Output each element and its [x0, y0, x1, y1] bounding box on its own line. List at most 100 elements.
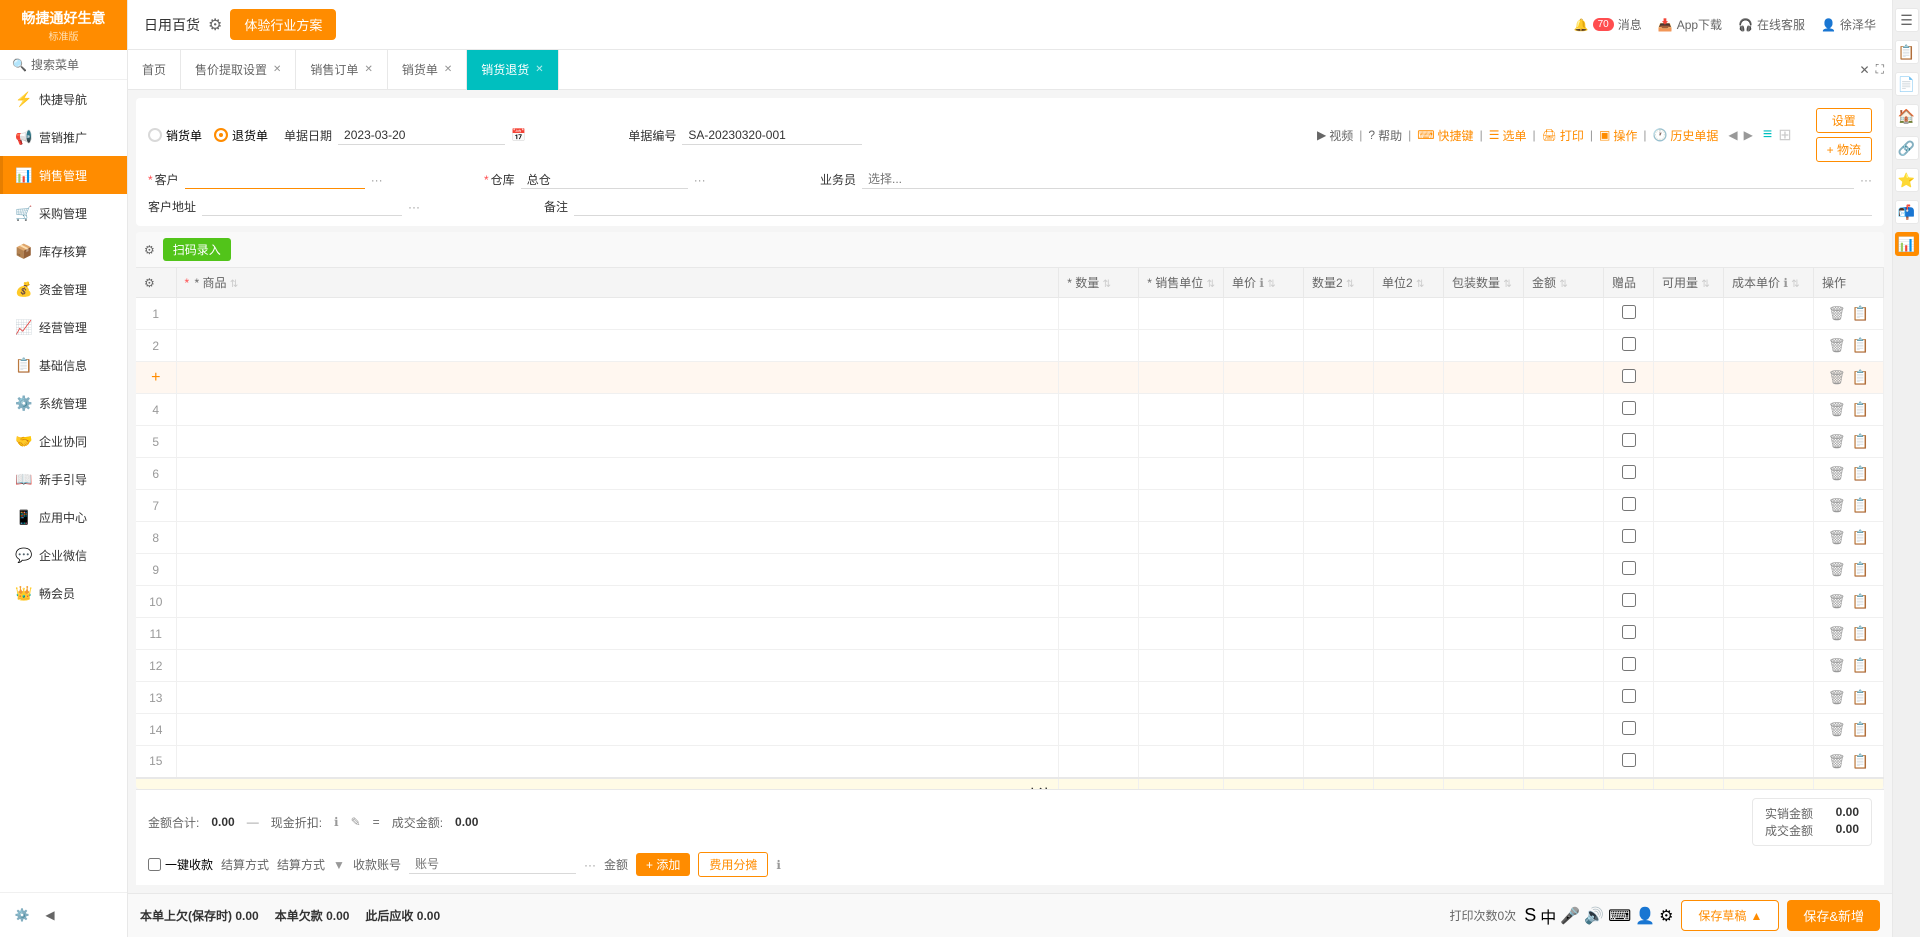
radio-return-bill[interactable]: 退货单	[214, 127, 268, 144]
dropdown-icon[interactable]: ▼	[333, 858, 345, 872]
pack-cell[interactable]	[1444, 298, 1524, 330]
sort-icon[interactable]: ⇅	[1503, 279, 1511, 290]
experience-btn[interactable]: 体验行业方案	[230, 9, 336, 40]
price-cell[interactable]	[1224, 426, 1304, 458]
tab-sales-return[interactable]: 销货退货 ✕	[467, 50, 558, 90]
unit2-cell[interactable]	[1374, 554, 1444, 586]
sidebar-item-guide[interactable]: 📖 新手引导	[0, 460, 127, 498]
delete-row-icon[interactable]: 🗑	[1828, 497, 1846, 514]
sidebar-item-sales[interactable]: 📊 销售管理	[0, 156, 127, 194]
unit2-cell[interactable]	[1374, 490, 1444, 522]
settings-bottom-icon[interactable]: ⚙️	[8, 901, 36, 929]
view-toggle-grid[interactable]: ⊞	[1778, 125, 1791, 145]
amount-cell[interactable]	[1524, 522, 1604, 554]
qty2-cell[interactable]	[1304, 458, 1374, 490]
discount-edit-icon[interactable]: ✎	[351, 815, 361, 829]
gift-checkbox[interactable]	[1622, 593, 1636, 607]
product-cell[interactable]	[176, 522, 1059, 554]
gift-checkbox[interactable]	[1622, 433, 1636, 447]
gift-checkbox[interactable]	[1622, 401, 1636, 415]
table-gear-icon[interactable]: ⚙	[144, 243, 155, 257]
product-cell[interactable]	[176, 426, 1059, 458]
amount-cell[interactable]	[1524, 714, 1604, 746]
zhongwen-icon[interactable]: 中	[1540, 904, 1556, 928]
history-btn[interactable]: 🕐 历史单据	[1652, 127, 1718, 144]
tab-close-icon[interactable]: ✕	[444, 64, 452, 75]
product-cell[interactable]	[176, 586, 1059, 618]
qty2-cell[interactable]	[1304, 650, 1374, 682]
amount-cell[interactable]	[1524, 554, 1604, 586]
gift-cell[interactable]	[1604, 746, 1654, 778]
address-input[interactable]	[202, 197, 402, 216]
pack-cell[interactable]	[1444, 426, 1524, 458]
avail-cell[interactable]	[1654, 298, 1724, 330]
price-cell[interactable]	[1224, 714, 1304, 746]
unit-cell[interactable]	[1139, 490, 1224, 522]
gift-checkbox[interactable]	[1622, 721, 1636, 735]
avail-cell[interactable]	[1654, 586, 1724, 618]
qty2-cell[interactable]	[1304, 618, 1374, 650]
sidebar-item-system[interactable]: ⚙️ 系统管理	[0, 384, 127, 422]
gift-cell[interactable]	[1604, 682, 1654, 714]
unit2-cell[interactable]	[1374, 394, 1444, 426]
cost-cell[interactable]	[1724, 394, 1814, 426]
product-cell[interactable]	[176, 362, 1059, 394]
microphone-icon[interactable]: 🎤	[1560, 906, 1580, 926]
gift-cell[interactable]	[1604, 362, 1654, 394]
avail-cell[interactable]	[1654, 682, 1724, 714]
gift-cell[interactable]	[1604, 618, 1654, 650]
cost-cell[interactable]	[1724, 618, 1814, 650]
product-input[interactable]	[185, 371, 1051, 385]
qty-cell[interactable]	[1059, 458, 1139, 490]
delete-row-icon[interactable]: 🗑	[1828, 337, 1846, 354]
sidebar-item-search[interactable]: 🔍 搜索菜单	[0, 50, 127, 80]
copy-row-icon[interactable]: 📋	[1852, 689, 1869, 706]
delete-row-icon[interactable]: 🗑	[1828, 753, 1846, 770]
unit-cell[interactable]	[1139, 298, 1224, 330]
select-btn[interactable]: ☰ 选单	[1489, 127, 1527, 144]
amount-cell[interactable]	[1524, 618, 1604, 650]
pack-cell[interactable]	[1444, 330, 1524, 362]
cost-info-icon[interactable]: ℹ	[1783, 276, 1788, 290]
account-more-icon[interactable]: ···	[584, 858, 596, 872]
cost-cell[interactable]	[1724, 298, 1814, 330]
qty2-cell[interactable]	[1304, 426, 1374, 458]
save-draft-btn[interactable]: 保存草稿 ▲	[1681, 900, 1779, 931]
prev-doc-icon[interactable]: ◀	[1728, 128, 1737, 142]
sidebar-item-finance[interactable]: 💰 资金管理	[0, 270, 127, 308]
qty-cell[interactable]	[1059, 426, 1139, 458]
gift-cell[interactable]	[1604, 298, 1654, 330]
copy-row-icon[interactable]: 📋	[1852, 625, 1869, 642]
copy-row-icon[interactable]: 📋	[1852, 369, 1869, 386]
qty2-cell[interactable]	[1304, 586, 1374, 618]
price-cell[interactable]	[1224, 522, 1304, 554]
price-cell[interactable]	[1224, 650, 1304, 682]
product-cell[interactable]	[176, 650, 1059, 682]
qty2-cell[interactable]	[1304, 714, 1374, 746]
date-input[interactable]	[338, 126, 505, 145]
doc-num-input[interactable]	[682, 126, 862, 145]
gift-cell[interactable]	[1604, 394, 1654, 426]
customer-input[interactable]	[185, 170, 365, 189]
pack-cell[interactable]	[1444, 394, 1524, 426]
unit-cell[interactable]	[1139, 586, 1224, 618]
delete-row-icon[interactable]: 🗑	[1828, 689, 1846, 706]
discount-info-icon[interactable]: ℹ	[334, 815, 339, 829]
amount-cell[interactable]	[1524, 458, 1604, 490]
gift-checkbox[interactable]	[1622, 689, 1636, 703]
cost-cell[interactable]	[1724, 650, 1814, 682]
sidebar-item-operations[interactable]: 📈 经营管理	[0, 308, 127, 346]
gift-checkbox[interactable]	[1622, 337, 1636, 351]
delete-row-icon[interactable]: 🗑	[1828, 401, 1846, 418]
one-click-pay-input[interactable]	[148, 858, 161, 871]
qty2-cell[interactable]	[1304, 362, 1374, 394]
delete-row-icon[interactable]: 🗑	[1828, 657, 1846, 674]
amount-cell[interactable]	[1524, 490, 1604, 522]
one-click-pay-checkbox[interactable]: 一键收款	[148, 856, 213, 873]
price-cell[interactable]	[1224, 298, 1304, 330]
product-cell[interactable]	[176, 490, 1059, 522]
unit2-cell[interactable]	[1374, 650, 1444, 682]
panel-icon-2[interactable]: 📋	[1895, 40, 1919, 64]
price-cell[interactable]	[1224, 394, 1304, 426]
tab-close-icon[interactable]: ✕	[535, 64, 543, 75]
